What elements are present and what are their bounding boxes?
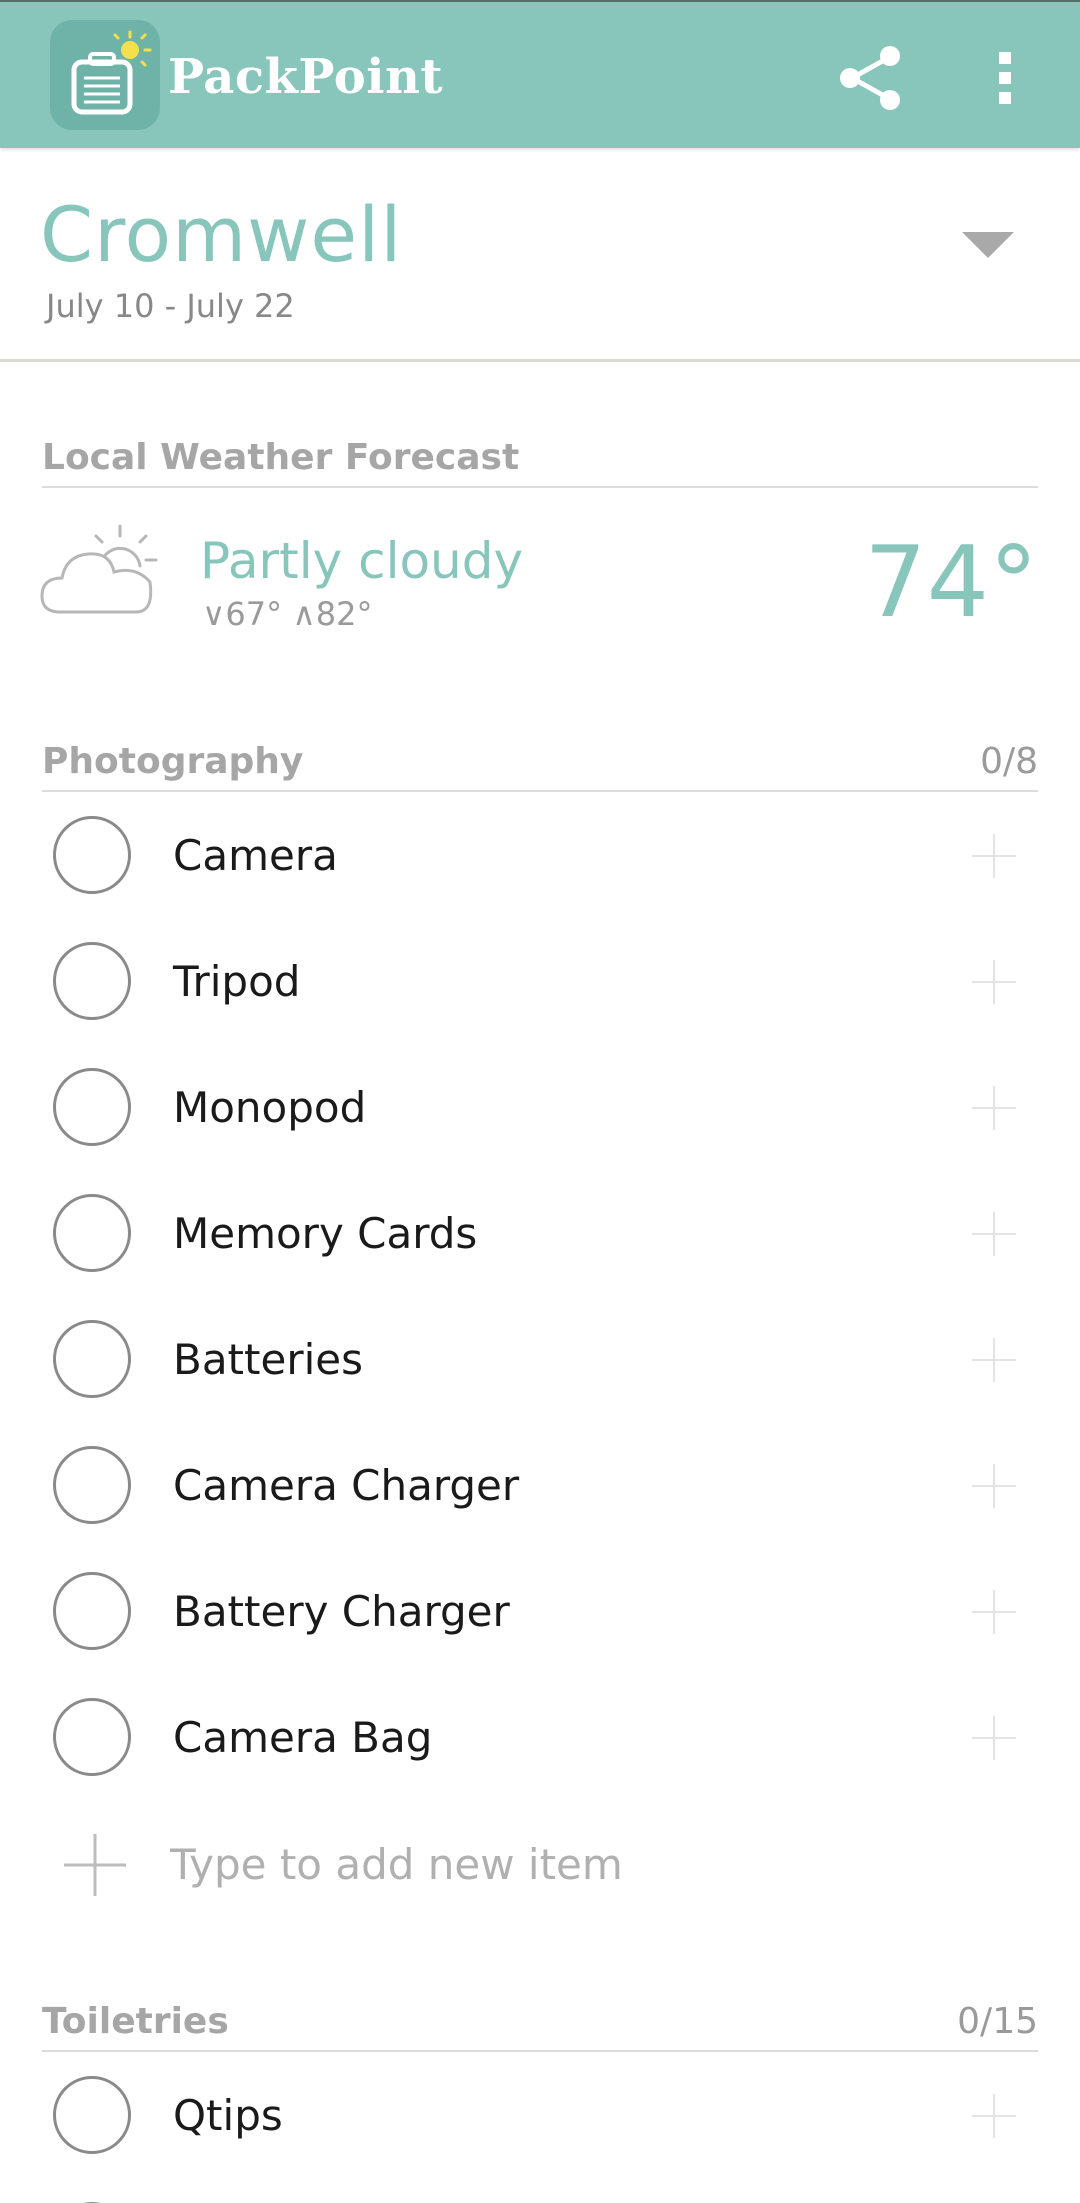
- item-checkbox[interactable]: [53, 942, 131, 1020]
- high-temp: 82°: [315, 595, 373, 633]
- plus-icon[interactable]: [970, 832, 1018, 880]
- plus-icon[interactable]: [970, 1336, 1018, 1384]
- item-label: Memory Cards: [173, 1209, 478, 1258]
- list-item[interactable]: Memory Cards: [0, 1170, 1080, 1296]
- add-item-input[interactable]: [170, 1834, 970, 1894]
- item-checkbox[interactable]: [53, 1572, 131, 1650]
- item-checkbox[interactable]: [53, 1068, 131, 1146]
- photography-section-header[interactable]: Photography 0/8: [42, 734, 1038, 792]
- item-label: Qtips: [173, 2091, 283, 2140]
- toiletries-section-header[interactable]: Toiletries 0/15: [42, 1994, 1038, 2052]
- low-temp: 67°: [225, 595, 283, 633]
- more-vert-icon[interactable]: [985, 38, 1025, 118]
- list-item[interactable]: Batteries: [0, 1296, 1080, 1422]
- item-label: Batteries: [173, 1335, 363, 1384]
- photography-section-title: Photography: [42, 741, 304, 782]
- item-label: Camera Charger: [173, 1461, 520, 1510]
- app-bar: PackPoint: [0, 0, 1080, 148]
- plus-icon[interactable]: [970, 1462, 1018, 1510]
- weather-range: ∨67° ∧82°: [202, 594, 372, 634]
- trip-dates: July 10 - July 22: [46, 287, 295, 325]
- toiletries-section-title: Toiletries: [42, 2001, 229, 2042]
- item-label: Tripod: [173, 957, 301, 1006]
- trip-name: Cromwell: [40, 190, 403, 279]
- item-label: Battery Charger: [173, 1587, 510, 1636]
- item-checkbox[interactable]: [53, 1194, 131, 1272]
- weather-section-title: Local Weather Forecast: [42, 437, 520, 478]
- photography-count: 0/8: [980, 741, 1038, 782]
- item-checkbox[interactable]: [53, 1320, 131, 1398]
- item-label: Monopod: [173, 1083, 367, 1132]
- plus-icon[interactable]: [970, 1210, 1018, 1258]
- current-temperature: 74°: [864, 526, 1038, 640]
- list-item[interactable]: Monopod: [0, 1044, 1080, 1170]
- list-item[interactable]: Qtips: [0, 2052, 1080, 2178]
- low-temp-icon: ∨: [202, 595, 226, 633]
- trip-header[interactable]: Cromwell July 10 - July 22: [0, 148, 1080, 362]
- list-item[interactable]: Camera: [0, 792, 1080, 918]
- add-item-row[interactable]: [0, 1800, 1080, 1926]
- partly-cloudy-icon: [40, 520, 160, 620]
- weather-condition: Partly cloudy: [200, 532, 524, 590]
- list-item[interactable]: Camera Charger: [0, 1422, 1080, 1548]
- plus-icon[interactable]: [970, 1084, 1018, 1132]
- suitcase-sun-icon[interactable]: [50, 20, 160, 130]
- plus-icon[interactable]: [970, 2092, 1018, 2140]
- plus-icon[interactable]: [970, 1714, 1018, 1762]
- item-checkbox[interactable]: [53, 1446, 131, 1524]
- list-item[interactable]: Battery Charger: [0, 1548, 1080, 1674]
- plus-icon[interactable]: [970, 958, 1018, 1006]
- share-icon[interactable]: [830, 38, 910, 118]
- list-item[interactable]: Camera Bag: [0, 1674, 1080, 1800]
- item-label: Camera Bag: [173, 1713, 433, 1762]
- list-item[interactable]: [0, 2178, 1080, 2203]
- item-label: Camera: [173, 831, 338, 880]
- item-checkbox[interactable]: [53, 2076, 131, 2154]
- weather-section-header: Local Weather Forecast: [42, 430, 1038, 488]
- plus-icon[interactable]: [970, 1588, 1018, 1636]
- toiletries-count: 0/15: [957, 2001, 1038, 2042]
- high-temp-icon: ∧: [292, 595, 316, 633]
- item-checkbox[interactable]: [53, 816, 131, 894]
- list-item[interactable]: Tripod: [0, 918, 1080, 1044]
- item-checkbox[interactable]: [53, 1698, 131, 1776]
- caret-down-icon[interactable]: [960, 228, 1016, 262]
- add-icon[interactable]: [62, 1832, 128, 1898]
- app-title: PackPoint: [168, 49, 444, 105]
